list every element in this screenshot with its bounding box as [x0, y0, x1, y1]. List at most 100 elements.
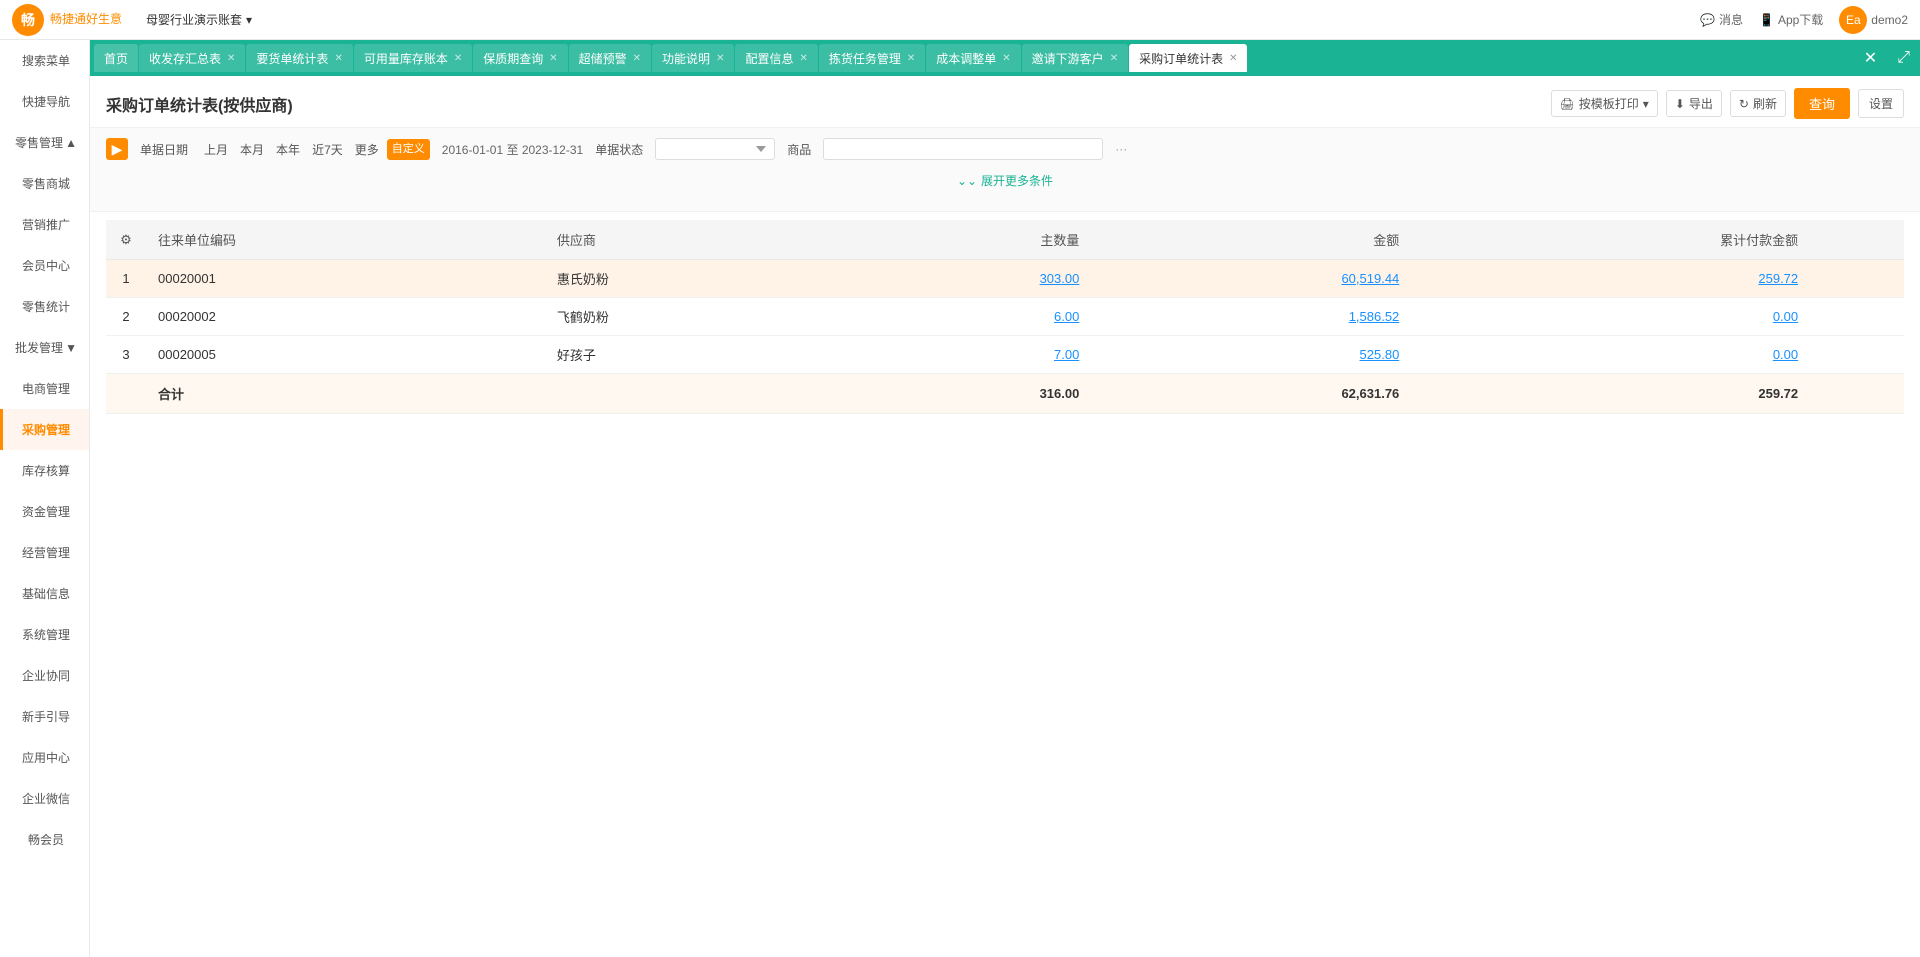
row-amount-link[interactable]: 60,519.44: [1341, 271, 1399, 286]
sidebar-item-wholesale[interactable]: 批发管理 ▼: [0, 327, 89, 368]
app-download-button[interactable]: 📱 App下载: [1759, 11, 1823, 28]
tab-requisition-close[interactable]: ✕: [334, 53, 342, 64]
tab-requisition[interactable]: 要货单统计表 ✕: [246, 44, 352, 72]
sidebar-item-finance[interactable]: 资金管理: [0, 491, 89, 532]
tab-collect[interactable]: 收发存汇总表 ✕: [139, 44, 245, 72]
row-amount-link[interactable]: 1,586.52: [1349, 309, 1400, 324]
settings-button[interactable]: 设置: [1858, 89, 1904, 118]
sidebar-item-mall[interactable]: 零售商城: [0, 163, 89, 204]
tab-cost-adj-close[interactable]: ✕: [1002, 53, 1010, 64]
tab-maximize-button[interactable]: ⤢: [1891, 47, 1916, 69]
row-qty: 303.00: [842, 260, 1091, 298]
sidebar-item-retail[interactable]: 零售管理 ▲: [0, 122, 89, 163]
footer-qty: 316.00: [842, 374, 1091, 414]
tab-overstock-close[interactable]: ✕: [633, 53, 641, 64]
row-amount-link[interactable]: 525.80: [1360, 347, 1400, 362]
shortcut-7days[interactable]: 近7天: [308, 139, 347, 160]
row-qty-link[interactable]: 7.00: [1054, 347, 1079, 362]
tab-config[interactable]: 配置信息 ✕: [735, 44, 817, 72]
row-paid-amount: 0.00: [1411, 336, 1810, 374]
tab-purchase-stat-close[interactable]: ✕: [1229, 53, 1237, 64]
page-header: 采购订单统计表(按供应商) 🖨 按模板打印 ▾ ⬇ 导出 ↻ 刷新: [90, 76, 1920, 128]
print-button[interactable]: 🖨 按模板打印 ▾: [1551, 90, 1658, 117]
row-paid-link[interactable]: 0.00: [1773, 347, 1798, 362]
sidebar-item-purchase[interactable]: 采购管理: [0, 409, 89, 450]
tab-config-close[interactable]: ✕: [799, 53, 807, 64]
tab-cost-adj[interactable]: 成本调整单 ✕: [926, 44, 1020, 72]
table-row[interactable]: 3 00020005 好孩子 7.00 525.80 0.00: [106, 336, 1904, 374]
shortcut-this-year[interactable]: 本年: [272, 139, 304, 160]
tab-invite-down[interactable]: 邀请下游客户 ✕: [1022, 44, 1128, 72]
tab-funcdesc[interactable]: 功能说明 ✕: [652, 44, 734, 72]
row-qty-link[interactable]: 6.00: [1054, 309, 1079, 324]
message-label: 消息: [1719, 11, 1743, 28]
row-amount: 60,519.44: [1091, 260, 1411, 298]
tab-expiry[interactable]: 保质期查询 ✕: [473, 44, 567, 72]
tab-stock[interactable]: 可用量库存账本 ✕: [354, 44, 472, 72]
sidebar-item-member[interactable]: 会员中心: [0, 245, 89, 286]
tab-invite-down-label: 邀请下游客户: [1032, 50, 1104, 67]
sidebar-item-quicknav[interactable]: 快捷导航: [0, 81, 89, 122]
sidebar-item-newguide[interactable]: 新手引导: [0, 696, 89, 737]
table-row[interactable]: 2 00020002 飞鹤奶粉 6.00 1,586.52 0.00: [106, 298, 1904, 336]
shortcut-more[interactable]: 更多: [351, 139, 383, 160]
status-filter-select[interactable]: [655, 138, 775, 160]
row-paid-amount: 0.00: [1411, 298, 1810, 336]
sidebar-item-search[interactable]: 搜索菜单: [0, 40, 89, 81]
sidebar-item-enterprise[interactable]: 企业协同: [0, 655, 89, 696]
export-button[interactable]: ⬇ 导出: [1666, 90, 1722, 117]
tab-close-all-button[interactable]: ✕: [1858, 46, 1883, 70]
tab-overstock[interactable]: 超储预警 ✕: [569, 44, 651, 72]
message-button[interactable]: 💬 消息: [1700, 11, 1743, 28]
th-settings[interactable]: ⚙: [106, 220, 146, 260]
page-content: 采购订单统计表(按供应商) 🖨 按模板打印 ▾ ⬇ 导出 ↻ 刷新: [90, 76, 1920, 957]
tab-funcdesc-close[interactable]: ✕: [716, 53, 724, 64]
footer-amount: 62,631.76: [1091, 374, 1411, 414]
tab-purchase-stat[interactable]: 采购订单统计表 ✕: [1129, 44, 1247, 72]
sidebar-item-retailstat[interactable]: 零售统计: [0, 286, 89, 327]
row-code: 00020005: [146, 336, 545, 374]
sidebar-item-system[interactable]: 系统管理: [0, 614, 89, 655]
tab-invite-down-close[interactable]: ✕: [1110, 53, 1118, 64]
tab-collect-close[interactable]: ✕: [227, 53, 235, 64]
shortcut-last-month[interactable]: 上月: [200, 139, 232, 160]
sidebar-item-wechat[interactable]: 企业微信: [0, 778, 89, 819]
expand-conditions-button[interactable]: ⌄⌄ 展开更多条件: [949, 168, 1061, 193]
retail-arrow-icon: ▲: [65, 136, 77, 150]
footer-extra: [1810, 374, 1904, 414]
refresh-label: 刷新: [1753, 95, 1777, 112]
filter-area: ▶ 单据日期 上月 本月 本年 近7天 更多 自定义 2016-01-01 至 …: [90, 128, 1920, 212]
sidebar-item-ecom[interactable]: 电商管理: [0, 368, 89, 409]
row-qty-link[interactable]: 303.00: [1040, 271, 1080, 286]
goods-filter-input[interactable]: [823, 138, 1103, 160]
goods-more-icon[interactable]: ···: [1115, 142, 1127, 156]
user-area[interactable]: Ea demo2: [1839, 6, 1908, 34]
sidebar-item-vip[interactable]: 畅会员: [0, 819, 89, 860]
tab-home[interactable]: 首页: [94, 44, 138, 72]
tab-expiry-close[interactable]: ✕: [549, 53, 557, 64]
avatar: Ea: [1839, 6, 1867, 34]
workspace-selector[interactable]: 母婴行业演示账套 ▾: [146, 11, 252, 28]
tab-config-label: 配置信息: [745, 50, 793, 67]
tab-pick-task-close[interactable]: ✕: [907, 53, 915, 64]
sidebar-item-appcenter[interactable]: 应用中心: [0, 737, 89, 778]
tab-stock-close[interactable]: ✕: [454, 53, 462, 64]
sidebar-item-inventory[interactable]: 库存核算: [0, 450, 89, 491]
row-paid-link[interactable]: 0.00: [1773, 309, 1798, 324]
row-paid-link[interactable]: 259.72: [1758, 271, 1798, 286]
tab-collect-label: 收发存汇总表: [149, 50, 221, 67]
custom-badge[interactable]: 自定义: [387, 139, 430, 160]
tab-pick-task[interactable]: 拣货任务管理 ✕: [819, 44, 925, 72]
query-button[interactable]: 查询: [1794, 88, 1850, 119]
sidebar-item-marketing[interactable]: 营销推广: [0, 204, 89, 245]
refresh-button[interactable]: ↻ 刷新: [1730, 90, 1786, 117]
shortcut-this-month[interactable]: 本月: [236, 139, 268, 160]
tab-bar-actions: ✕ ⤢: [1858, 46, 1916, 70]
column-settings-icon[interactable]: ⚙: [120, 232, 132, 247]
tab-overstock-label: 超储预警: [579, 50, 627, 67]
date-range-display: 2016-01-01 至 2023-12-31: [442, 141, 583, 158]
sidebar-item-basic[interactable]: 基础信息: [0, 573, 89, 614]
table-row[interactable]: 1 00020001 惠氏奶粉 303.00 60,519.44 259.72: [106, 260, 1904, 298]
filter-toggle-button[interactable]: ▶: [106, 138, 128, 160]
sidebar-item-operations[interactable]: 经营管理: [0, 532, 89, 573]
